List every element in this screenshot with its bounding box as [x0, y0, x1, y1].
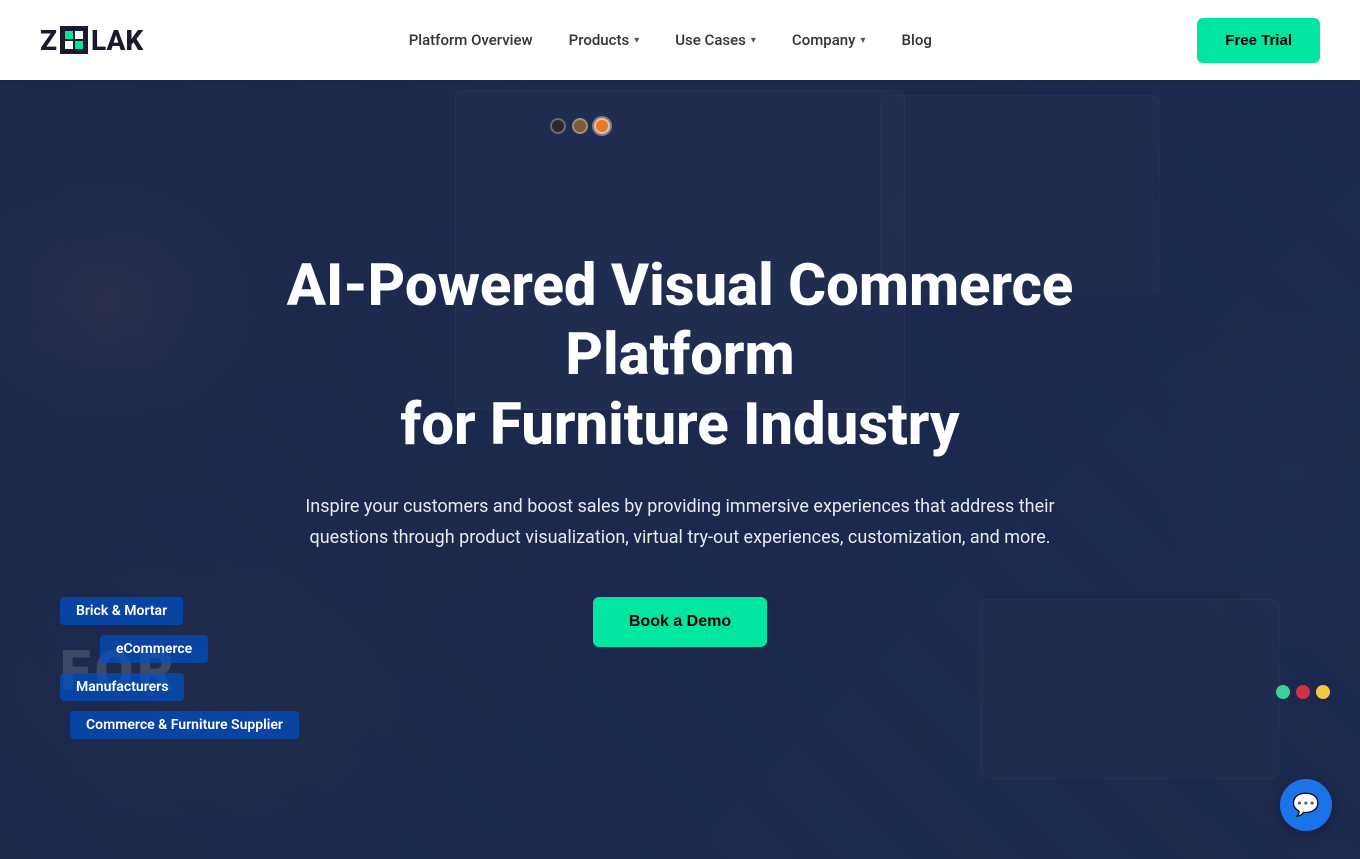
- tag-ecommerce: eCommerce: [100, 635, 208, 663]
- chat-icon: 💬: [1292, 793, 1319, 818]
- tag-brick-mortar: Brick & Mortar: [60, 597, 183, 625]
- nav-use-cases[interactable]: Use Cases ▾: [675, 31, 756, 49]
- nav-blog[interactable]: Blog: [902, 31, 932, 49]
- tag-row-4: Commerce & Furniture Supplier: [60, 711, 299, 739]
- dot-green: [1276, 685, 1290, 699]
- tag-row-2: eCommerce: [60, 635, 208, 663]
- nav-products[interactable]: Products ▾: [569, 31, 640, 49]
- logo-z: Z: [40, 24, 57, 57]
- nav-platform-overview[interactable]: Platform Overview: [409, 31, 533, 49]
- hero-subtitle: Inspire your customers and boost sales b…: [290, 492, 1070, 553]
- tag-row-1: Brick & Mortar: [60, 597, 183, 625]
- hero-title-line2: for Furniture Industry: [400, 391, 959, 459]
- logo-icon-box: [60, 26, 88, 54]
- chat-widget[interactable]: 💬: [1280, 779, 1332, 831]
- nav-company[interactable]: Company ▾: [792, 31, 866, 49]
- hero-content: AI-Powered Visual Commerce Platform for …: [230, 252, 1130, 648]
- dot-yellow: [1316, 685, 1330, 699]
- products-chevron-icon: ▾: [634, 35, 639, 46]
- use-cases-chevron-icon: ▾: [751, 35, 756, 46]
- tag-manufacturers: Manufacturers: [60, 673, 184, 701]
- tag-row-3: Manufacturers: [60, 673, 184, 701]
- hero-title-line1: AI-Powered Visual Commerce Platform: [287, 252, 1074, 390]
- free-trial-button[interactable]: Free Trial: [1197, 18, 1320, 63]
- color-swatches: [550, 118, 610, 134]
- color-dot-dark: [550, 118, 566, 134]
- hero-title: AI-Powered Visual Commerce Platform for …: [230, 252, 1130, 461]
- color-dot-brown: [572, 118, 588, 134]
- book-demo-button[interactable]: Book a Demo: [593, 597, 767, 647]
- navbar: Z LAK Platform Overview Products ▾ Use C…: [0, 0, 1360, 80]
- company-chevron-icon: ▾: [861, 35, 866, 46]
- bg-decorative-dots: [1276, 685, 1330, 699]
- hero-section: FOR Brick & Mortar eCommerce Manufacture…: [0, 0, 1360, 859]
- logo[interactable]: Z LAK: [40, 24, 143, 57]
- tag-commerce-supplier: Commerce & Furniture Supplier: [70, 711, 299, 739]
- color-dot-orange: [594, 118, 610, 134]
- dot-red: [1296, 685, 1310, 699]
- logo-lak: LAK: [91, 24, 143, 57]
- nav-links: Platform Overview Products ▾ Use Cases ▾…: [409, 31, 932, 49]
